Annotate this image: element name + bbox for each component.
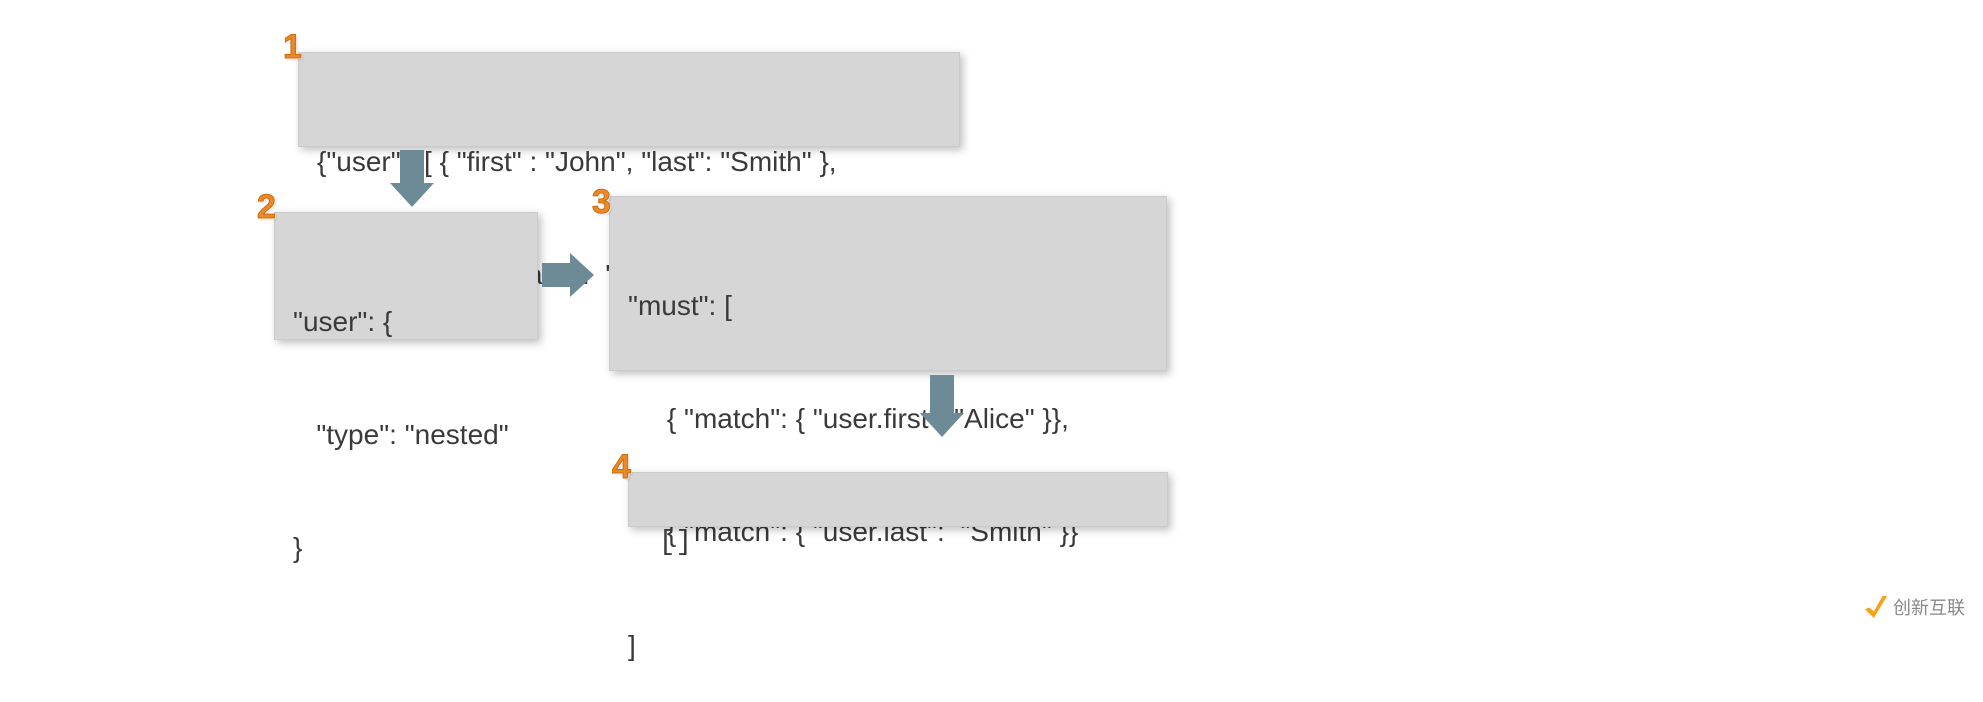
label-text: 4 [612,448,631,486]
step-label-1: 1 [283,28,302,67]
box-document: {"user" : [ { "first" : "John", "last": … [298,52,960,147]
box-result: [] [628,472,1168,527]
logo-check-icon [1865,596,1887,618]
arrow-down-3-to-4 [930,375,954,415]
step-label-4: 4 [612,448,631,487]
step-label-3: 3 [592,183,611,222]
code-line: } [293,529,519,567]
footer-logo: 创新互联 [1865,594,1965,620]
box-mapping: "user": { "type": "nested" } [274,212,538,340]
code-line: ] [628,627,1148,665]
code-line: "must": [ [628,287,1148,325]
label-text: 2 [257,188,276,226]
step-label-2: 2 [257,188,276,227]
code-line: { "match": { "user.first": "Alice" }}, [628,400,1148,438]
result-content: [] [659,524,693,562]
footer-text: 创新互联 [1893,594,1965,620]
arrow-down-1-to-2 [400,150,424,185]
arrow-right-2-to-3 [542,263,572,287]
code-line: "user": { [293,303,519,341]
code-line: "type": "nested" [293,416,519,454]
label-text: 3 [592,183,611,221]
box-query: "must": [ { "match": { "user.first": "Al… [609,196,1167,371]
label-text: 1 [283,28,302,66]
